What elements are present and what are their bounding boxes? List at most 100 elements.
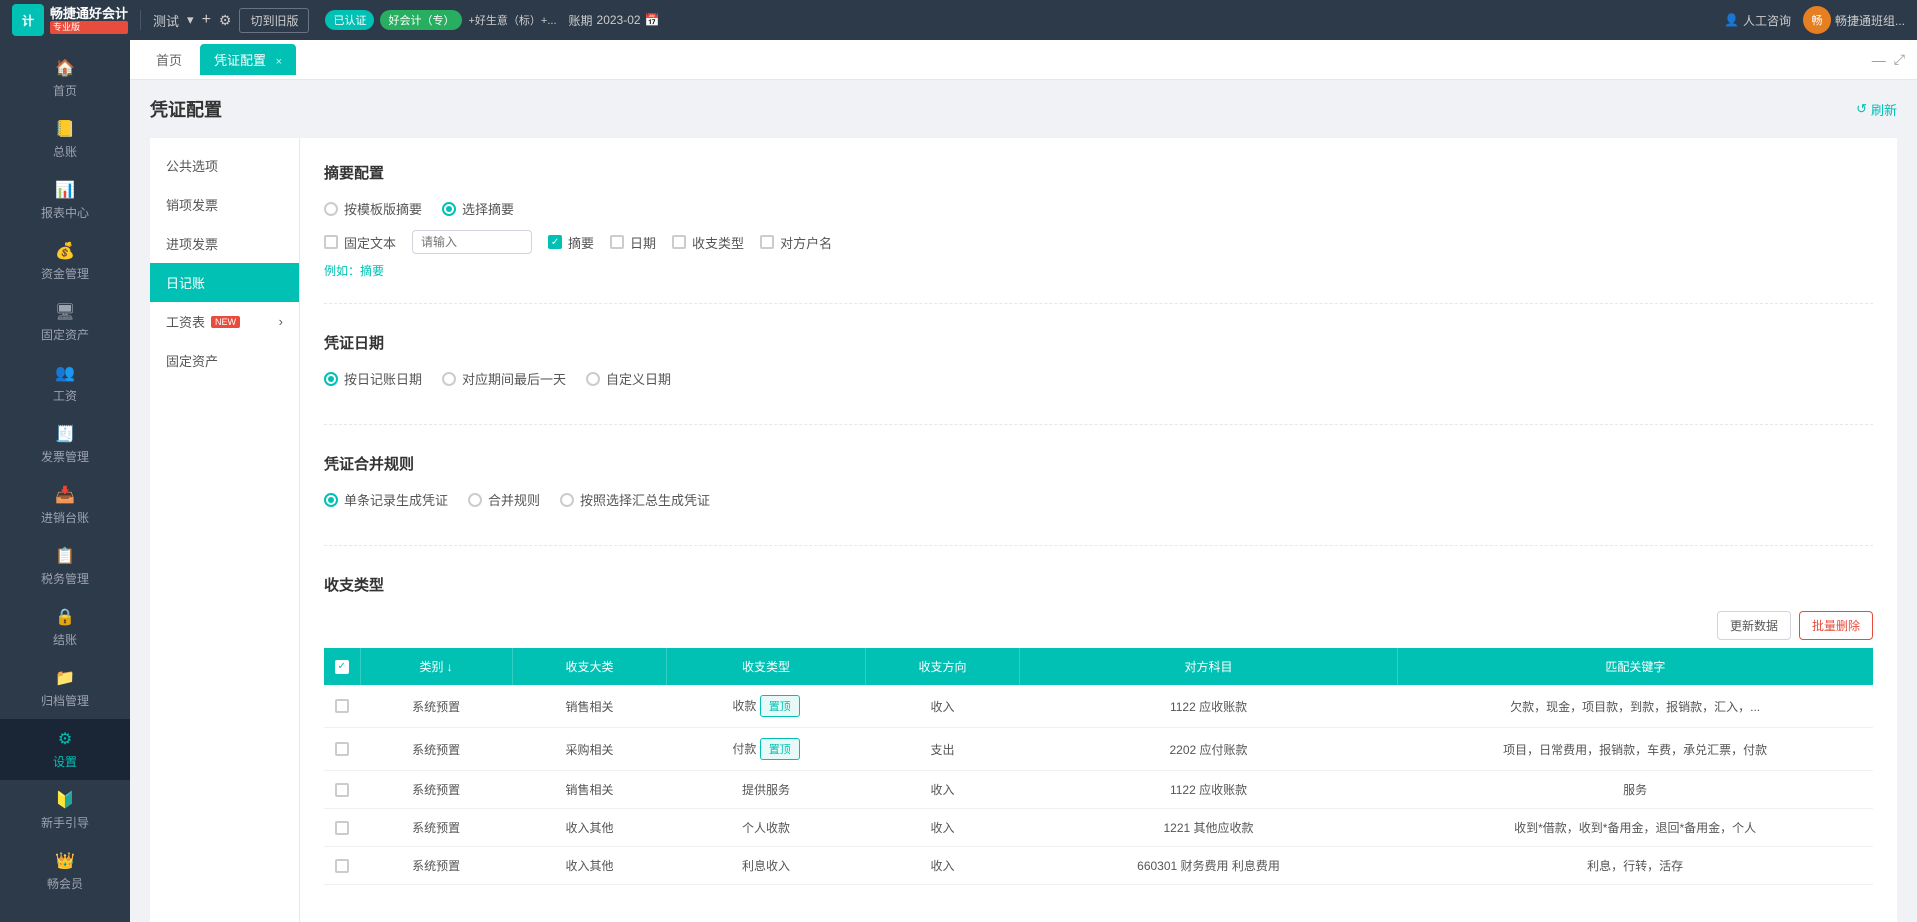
td-keywords: 利息，行转，活存: [1397, 847, 1873, 885]
topbar: 计 畅捷通好会计 专业版 测试 ▾ + ⚙ 切到旧版 已认证 好会计（专） +好…: [0, 0, 1917, 40]
sidebar-label-guide: 新手引导: [41, 814, 89, 831]
radio-single-record[interactable]: 单条记录生成凭证: [324, 490, 448, 509]
checkbox-fixed-text[interactable]: 固定文本: [324, 233, 396, 252]
checkbox-date[interactable]: 日期: [610, 233, 656, 252]
invoice-mgmt-icon: 🧾: [55, 424, 75, 444]
radio-select-summary[interactable]: 选择摘要: [442, 199, 514, 218]
td-direction: 收入: [865, 771, 1020, 809]
td-keywords: 项目，日常费用，报销款，车费，承兑汇票，付款: [1397, 728, 1873, 771]
sidebar-item-home[interactable]: 🏠 首页: [0, 48, 130, 109]
radio-journal-date[interactable]: 按日记账日期: [324, 369, 422, 388]
refresh-btn[interactable]: ↺ 刷新: [1856, 100, 1897, 119]
voucher-merge-section: 凭证合并规则 单条记录生成凭证 合并规则: [324, 453, 1873, 546]
reports-icon: 📊: [55, 180, 75, 200]
td-checkbox[interactable]: [324, 728, 360, 771]
sidebar-label-home: 首页: [53, 82, 77, 99]
sidebar-item-settings[interactable]: ⚙ 设置: [0, 719, 130, 780]
app-logo: 计 畅捷通好会计 专业版: [12, 4, 128, 36]
type-tag-btn[interactable]: 置顶: [760, 738, 800, 760]
td-income-expense-type: 个人收款: [667, 809, 865, 847]
td-category: 系统预置: [360, 847, 512, 885]
td-income-expense-type: 付款 置顶: [667, 728, 865, 771]
new-badge: NEW: [211, 316, 240, 328]
left-panel-public[interactable]: 公共选项: [150, 146, 299, 185]
td-account: 660301 财务费用 利息费用: [1020, 847, 1398, 885]
sidebar-label-archive: 归档管理: [41, 692, 89, 709]
tab-home[interactable]: 首页: [142, 44, 196, 75]
type-tag-btn[interactable]: 置顶: [760, 695, 800, 717]
radio-select-summary-gen[interactable]: 按照选择汇总生成凭证: [560, 490, 710, 509]
checkbox-counterpart-name[interactable]: 对方户名: [760, 233, 832, 252]
td-keywords: 服务: [1397, 771, 1873, 809]
update-data-btn[interactable]: 更新数据: [1717, 611, 1791, 640]
switch-btn[interactable]: 切到旧版: [239, 8, 309, 33]
left-panel-sales-invoice[interactable]: 销项发票: [150, 185, 299, 224]
left-panel-journal[interactable]: 日记账: [150, 263, 299, 302]
window-minimize-icon[interactable]: —: [1872, 52, 1886, 68]
left-panel-payroll-table[interactable]: 工资表 NEW ›: [150, 302, 299, 341]
sidebar-item-member[interactable]: 👑 畅会员: [0, 841, 130, 902]
sidebar-item-payroll[interactable]: 👥 工资: [0, 353, 130, 414]
archive-icon: 📁: [55, 668, 75, 688]
checkbox-income-type-box: [672, 235, 686, 249]
sidebar-label-assets: 固定资产: [41, 326, 89, 343]
left-panel-purchase-invoice[interactable]: 进项发票: [150, 224, 299, 263]
table-row: 系统预置 采购相关 付款 置顶 支出 2202 应付账款 项目，日常费用，报销款…: [324, 728, 1873, 771]
sidebar-item-close[interactable]: 🔒 结账: [0, 597, 130, 658]
dropdown-icon[interactable]: ▾: [187, 12, 194, 28]
table-row: 系统预置 销售相关 收款 置顶 收入 1122 应收账款 欠款，现金，项目款，到…: [324, 685, 1873, 728]
summary-checkbox-row: 固定文本 ✓ 摘要 日期: [324, 230, 1873, 254]
content-area: 首页 凭证配置 × — ⤢ 凭证配置 ↺ 刷新: [130, 40, 1917, 922]
sidebar-label-invoice-mgmt: 发票管理: [41, 448, 89, 465]
checkbox-fixed-text-box: [324, 235, 338, 249]
checkbox-income-type[interactable]: 收支类型: [672, 233, 744, 252]
sidebar-item-archive[interactable]: 📁 归档管理: [0, 658, 130, 719]
fixed-text-input[interactable]: [412, 230, 532, 254]
radio-template-summary[interactable]: 按模板版摘要: [324, 199, 422, 218]
checkbox-summary[interactable]: ✓ 摘要: [548, 233, 594, 252]
tab-close-icon[interactable]: ×: [276, 56, 282, 68]
td-account: 1122 应收账款: [1020, 685, 1398, 728]
sidebar-item-guide[interactable]: 🔰 新手引导: [0, 780, 130, 841]
sidebar-item-funds[interactable]: 💰 资金管理: [0, 231, 130, 292]
good-biz-tag: +好生意（标）+...: [468, 12, 556, 28]
plus-icon[interactable]: +: [202, 11, 211, 29]
tab-voucher-config[interactable]: 凭证配置 ×: [200, 44, 296, 75]
radio-circle-template: [324, 202, 338, 216]
support-btn[interactable]: 👤 人工咨询: [1724, 12, 1791, 29]
td-checkbox[interactable]: [324, 771, 360, 809]
td-checkbox[interactable]: [324, 685, 360, 728]
income-expense-table: ✓ 类别 ↓ 收支大类 收支类型 收支方向 对方科目 匹配关键字: [324, 648, 1873, 885]
batch-delete-btn[interactable]: 批量删除: [1799, 611, 1873, 640]
certified-tag: 已认证: [325, 10, 374, 30]
settings-icon[interactable]: ⚙: [219, 12, 232, 29]
sidebar-item-tax[interactable]: 📋 税务管理: [0, 536, 130, 597]
td-income-expense-type: 利息收入: [667, 847, 865, 885]
radio-custom-date[interactable]: 自定义日期: [586, 369, 671, 388]
guide-icon: 🔰: [55, 790, 75, 810]
example-text: 例如：摘要: [324, 262, 1873, 279]
refresh-label: 刷新: [1871, 100, 1897, 119]
close-books-icon: 🔒: [55, 607, 75, 627]
td-checkbox[interactable]: [324, 809, 360, 847]
sidebar-item-invoice-mgmt[interactable]: 🧾 发票管理: [0, 414, 130, 475]
topbar-tags: 已认证 好会计（专） +好生意（标）+...: [325, 10, 556, 30]
sidebar: 🏠 首页 📒 总账 📊 报表中心 💰 资金管理 🖥 固定资产 👥 工资 🧾 发票…: [0, 40, 130, 922]
sidebar-item-assets[interactable]: 🖥 固定资产: [0, 292, 130, 353]
th-checkbox[interactable]: ✓: [324, 648, 360, 685]
th-account: 对方科目: [1020, 648, 1398, 685]
td-account: 1221 其他应收款: [1020, 809, 1398, 847]
fullscreen-icon[interactable]: ⤢: [1894, 51, 1905, 68]
td-direction: 收入: [865, 685, 1020, 728]
right-panel: 摘要配置 按模板版摘要 选择摘要: [300, 138, 1897, 922]
sidebar-item-reports[interactable]: 📊 报表中心: [0, 170, 130, 231]
td-checkbox[interactable]: [324, 847, 360, 885]
radio-period-last-day[interactable]: 对应期间最后一天: [442, 369, 566, 388]
logo-badge: 专业版: [50, 21, 128, 34]
radio-merge-rules[interactable]: 合并规则: [468, 490, 540, 509]
sidebar-item-ledger[interactable]: 📒 总账: [0, 109, 130, 170]
left-panel-fixed-assets[interactable]: 固定资产: [150, 341, 299, 380]
calendar-icon[interactable]: 📅: [645, 13, 660, 27]
sidebar-item-purchase[interactable]: 📥 进销台账: [0, 475, 130, 536]
user-info[interactable]: 畅 畅捷通班组...: [1803, 6, 1905, 34]
